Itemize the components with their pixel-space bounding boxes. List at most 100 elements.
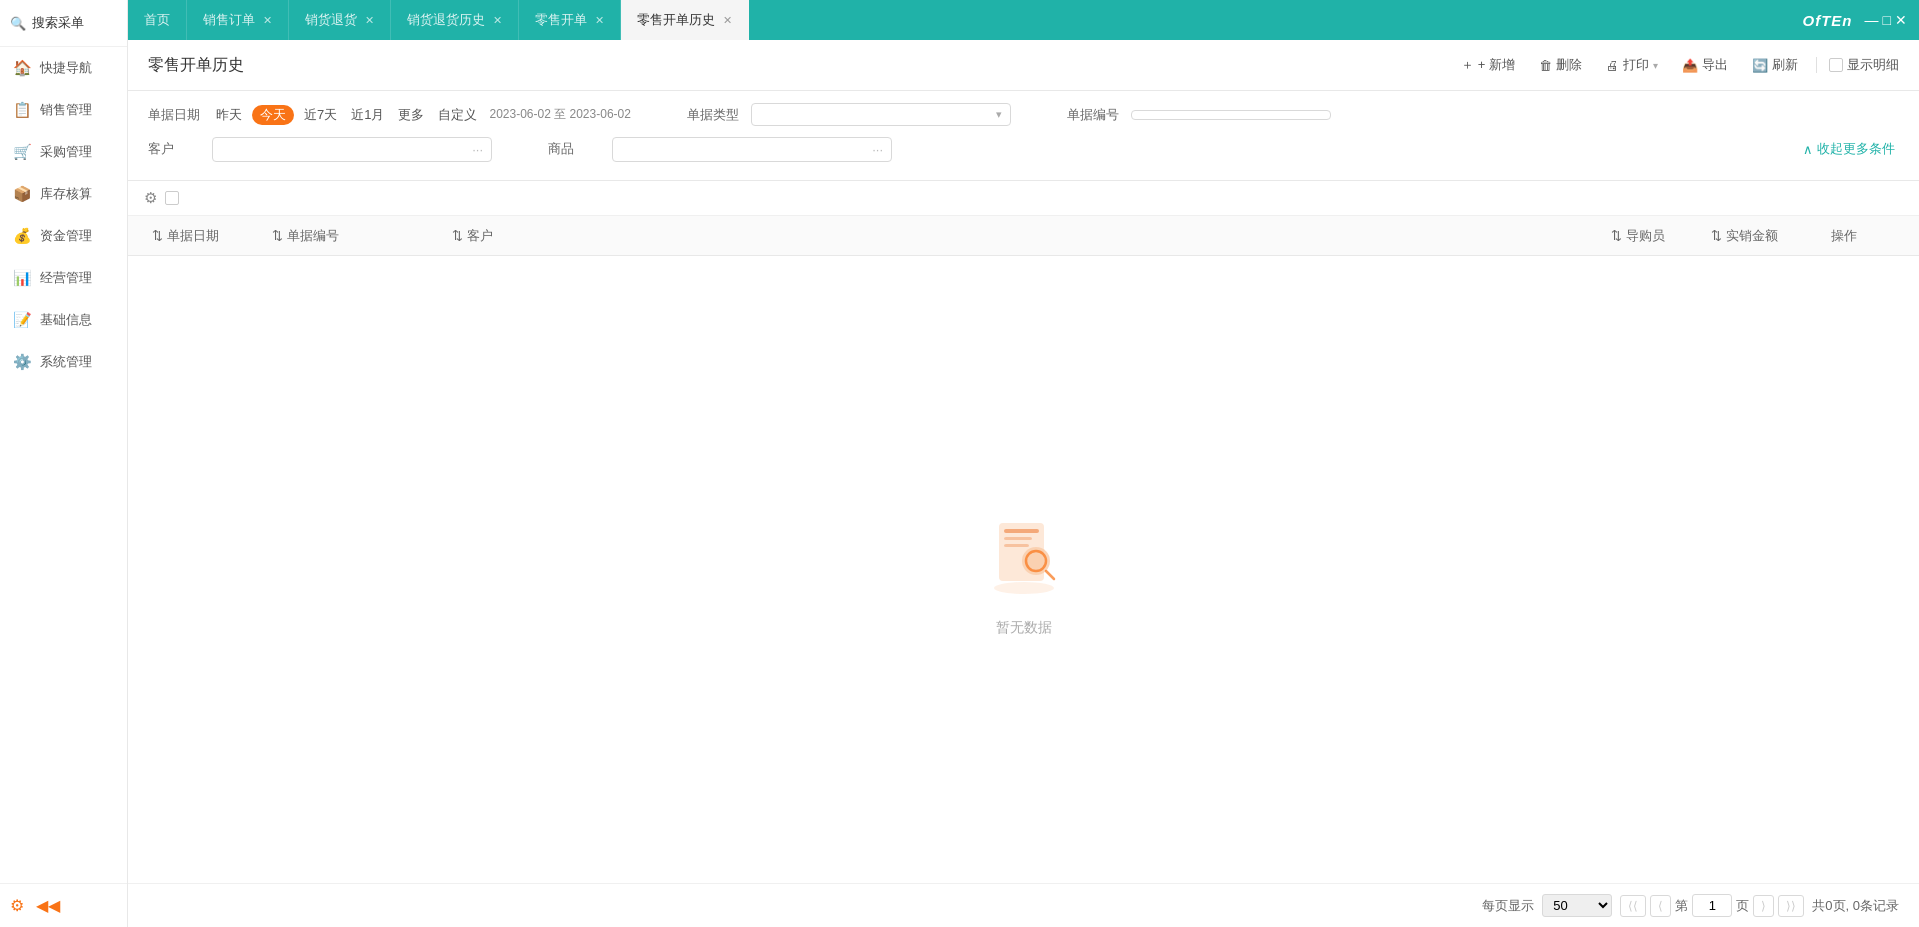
customer-dots-icon[interactable]: ··· (472, 142, 483, 157)
bill-type-label: 单据类型 (687, 106, 743, 124)
date-option-7days[interactable]: 近7天 (300, 105, 341, 125)
print-button[interactable]: 🖨 打印 ▾ (1600, 52, 1664, 78)
delete-icon: 🗑 (1539, 58, 1552, 73)
tab-sales-return-close[interactable]: ✕ (365, 14, 374, 27)
sort-icon-amount: ⇅ (1711, 228, 1722, 243)
th-customer-label: 客户 (467, 227, 493, 245)
date-option-more[interactable]: 更多 (394, 105, 428, 125)
tab-retail-open-close[interactable]: ✕ (595, 14, 604, 27)
tab-sales-order[interactable]: 销售订单 ✕ (187, 0, 289, 40)
add-icon: ＋ (1461, 56, 1474, 74)
display-detail-label: 显示明细 (1847, 56, 1899, 74)
svg-point-0 (994, 582, 1054, 594)
collapse-filter[interactable]: ∧ 收起更多条件 (1799, 136, 1899, 162)
sort-icon-customer: ⇅ (452, 228, 463, 243)
tab-retail-history-close[interactable]: ✕ (723, 14, 732, 27)
sidebar-item-system-mgmt[interactable]: ⚙️ 系统管理 (0, 341, 127, 383)
bill-type-filter-group: 单据类型 ▾ (687, 103, 1011, 126)
refresh-label: 刷新 (1772, 56, 1798, 74)
topbar-tabs: 首页 销售订单 ✕ 销货退货 ✕ 销货退货历史 ✕ 零售开单 ✕ 零售开单历史 … (128, 0, 749, 40)
tab-sales-return-history-close[interactable]: ✕ (493, 14, 502, 27)
window-minimize-icon[interactable]: — (1865, 12, 1879, 28)
window-close-icon[interactable]: ✕ (1895, 12, 1907, 28)
bill-no-label: 单据编号 (1067, 106, 1123, 124)
empty-illustration (974, 503, 1074, 603)
date-filter-group: 单据日期 昨天 今天 近7天 近1月 更多 自定义 2023-06-02 至 2… (148, 105, 631, 125)
sidebar-item-label: 经营管理 (40, 269, 92, 287)
print-dropdown-icon: ▾ (1653, 60, 1658, 71)
sidebar-item-quick-nav[interactable]: 🏠 快捷导航 (0, 47, 127, 89)
tab-sales-return[interactable]: 销货退货 ✕ (289, 0, 391, 40)
th-billno-label: 单据编号 (287, 227, 339, 245)
page-suffix: 页 (1736, 897, 1749, 915)
display-detail-toggle[interactable]: 显示明细 (1829, 56, 1899, 74)
page-number-input[interactable] (1692, 894, 1732, 917)
page-header: 零售开单历史 ＋ + 新增 🗑 删除 🖨 打印 ▾ 📤 导出 (128, 40, 1919, 91)
collapse-up-icon: ∧ (1803, 142, 1813, 157)
svg-rect-4 (1004, 544, 1029, 547)
tab-home[interactable]: 首页 (128, 0, 187, 40)
empty-text: 暂无数据 (996, 619, 1052, 637)
window-maximize-icon[interactable]: □ (1883, 12, 1891, 28)
sidebar-item-sales-mgmt[interactable]: 📋 销售管理 (0, 89, 127, 131)
per-page-select[interactable]: 50 10 20 100 (1542, 894, 1612, 917)
prev-page-btn[interactable]: ⟨ (1650, 895, 1671, 917)
sort-icon-guide: ⇅ (1611, 228, 1622, 243)
tab-retail-open-label: 零售开单 (535, 11, 587, 29)
tab-retail-open[interactable]: 零售开单 ✕ (519, 0, 621, 40)
tab-sales-order-label: 销售订单 (203, 11, 255, 29)
table-header: ⇅ 单据日期 ⇅ 单据编号 ⇅ 客户 ⇅ 导购员 ⇅ 实销金额 (128, 216, 1919, 256)
refresh-icon: 🔄 (1752, 58, 1768, 73)
sidebar-item-inventory[interactable]: 📦 库存核算 (0, 173, 127, 215)
th-amount[interactable]: ⇅ 实销金额 (1703, 227, 1823, 245)
display-detail-checkbox[interactable] (1829, 58, 1843, 72)
page-content: 零售开单历史 ＋ + 新增 🗑 删除 🖨 打印 ▾ 📤 导出 (128, 40, 1919, 927)
sidebar-item-finance[interactable]: 💰 资金管理 (0, 215, 127, 257)
sidebar-item-label: 采购管理 (40, 143, 92, 161)
add-button[interactable]: ＋ + 新增 (1455, 52, 1521, 78)
tab-retail-history[interactable]: 零售开单历史 ✕ (621, 0, 749, 40)
next-page-btn[interactable]: ⟩ (1753, 895, 1774, 917)
page-label: 第 (1675, 897, 1688, 915)
select-all-checkbox[interactable] (165, 191, 179, 205)
date-option-1month[interactable]: 近1月 (347, 105, 388, 125)
last-page-btn[interactable]: ⟩⟩ (1778, 895, 1804, 917)
goods-dots-icon[interactable]: ··· (872, 142, 883, 157)
export-button[interactable]: 📤 导出 (1676, 52, 1734, 78)
sidebar-item-basic-info[interactable]: 📝 基础信息 (0, 299, 127, 341)
th-guide[interactable]: ⇅ 导购员 (1603, 227, 1703, 245)
customer-input[interactable]: ··· (212, 137, 492, 162)
sidebar-search[interactable]: 🔍 搜索采单 (0, 0, 127, 47)
collapse-filter-btn[interactable]: ∧ 收起更多条件 (1799, 136, 1899, 162)
settings-gear-icon[interactable]: ⚙ (10, 896, 24, 915)
th-amount-label: 实销金额 (1726, 227, 1778, 245)
date-option-today[interactable]: 今天 (252, 105, 294, 125)
sidebar-item-operations[interactable]: 📊 经营管理 (0, 257, 127, 299)
th-customer[interactable]: ⇅ 客户 (444, 227, 1603, 245)
table-settings-icon[interactable]: ⚙ (144, 189, 157, 207)
sidebar-item-purchase-mgmt[interactable]: 🛒 采购管理 (0, 131, 127, 173)
topbar-right: OfTEn — □ ✕ (1795, 12, 1919, 29)
tab-sales-return-history[interactable]: 销货退货历史 ✕ (391, 0, 519, 40)
bill-no-input[interactable] (1131, 110, 1331, 120)
th-billno[interactable]: ⇅ 单据编号 (264, 227, 444, 245)
delete-button[interactable]: 🗑 删除 (1533, 52, 1588, 78)
date-option-custom[interactable]: 自定义 (434, 105, 481, 125)
customer-filter-group: 客户 ··· (148, 137, 492, 162)
tab-home-label: 首页 (144, 11, 170, 29)
sidebar-collapse-icon[interactable]: ◀◀ (36, 896, 60, 915)
sidebar-menu: 🏠 快捷导航 📋 销售管理 🛒 采购管理 📦 库存核算 💰 资金管理 📊 经营管… (0, 47, 127, 883)
th-date[interactable]: ⇅ 单据日期 (144, 227, 264, 245)
refresh-button[interactable]: 🔄 刷新 (1746, 52, 1804, 78)
tab-sales-order-close[interactable]: ✕ (263, 14, 272, 27)
customer-label: 客户 (148, 140, 204, 158)
print-icon: 🖨 (1606, 58, 1619, 73)
th-op-label: 操作 (1831, 227, 1857, 245)
first-page-btn[interactable]: ⟨⟨ (1620, 895, 1646, 917)
page-nav: ⟨⟨ ⟨ 第 页 ⟩ ⟩⟩ (1620, 894, 1804, 917)
toolbar: ＋ + 新增 🗑 删除 🖨 打印 ▾ 📤 导出 🔄 (1455, 52, 1899, 78)
goods-input[interactable]: ··· (612, 137, 892, 162)
bill-type-select[interactable]: ▾ (751, 103, 1011, 126)
sidebar-item-label: 基础信息 (40, 311, 92, 329)
date-option-yesterday[interactable]: 昨天 (212, 105, 246, 125)
